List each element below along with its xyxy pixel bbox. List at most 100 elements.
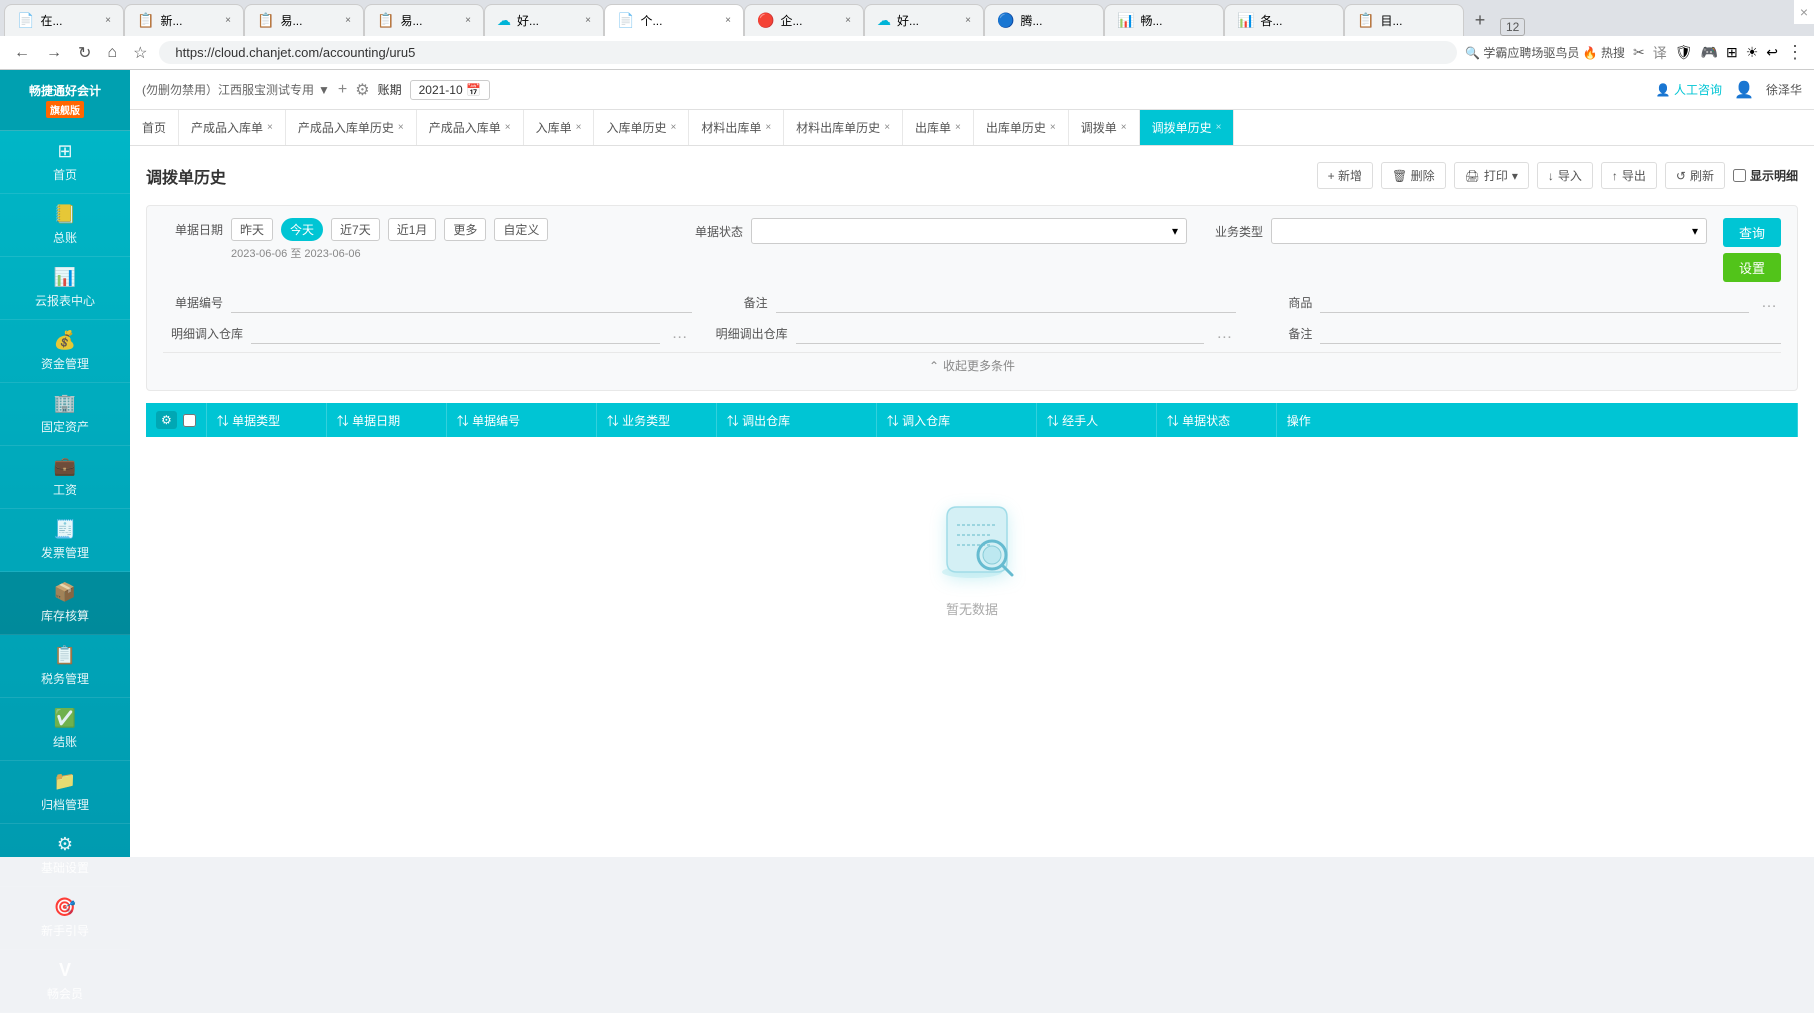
app-tab-2[interactable]: 产成品入库单历史 × [286, 110, 417, 146]
browser-tab-7[interactable]: 🔴 企... × [744, 4, 864, 36]
sidebar-item-invoice[interactable]: 🧾 发票管理 [0, 509, 130, 572]
app-tab-7[interactable]: 材料出库单历史 × [784, 110, 903, 146]
delete-button[interactable]: 🗑 删除 [1381, 162, 1446, 189]
browser-tab-5[interactable]: ☁ 好... × [484, 4, 604, 36]
biz-type-select[interactable]: ▾ [1271, 218, 1707, 244]
tab-close-5[interactable]: × [585, 15, 591, 26]
app-tab-5[interactable]: 入库单历史 × [594, 110, 689, 146]
date-btn-today[interactable]: 今天 [281, 218, 323, 241]
sidebar-item-funds[interactable]: 💰 资金管理 [0, 320, 130, 383]
new-tab-button[interactable]: + [1464, 4, 1496, 36]
filter-settings-button[interactable]: 设置 [1723, 253, 1781, 282]
browser-tab-active[interactable]: 📄 个... × [604, 4, 744, 36]
browser-tab-1[interactable]: 📄 在... × [4, 4, 124, 36]
app-tab-9-close[interactable]: × [1050, 122, 1056, 133]
remark-input[interactable] [776, 292, 1237, 313]
app-tab-11-close[interactable]: × [1216, 122, 1222, 133]
col-header-status[interactable]: ⇅ 单据状态 [1156, 403, 1276, 437]
date-btn-more[interactable]: 更多 [444, 218, 486, 241]
show-fields-checkbox[interactable] [1733, 169, 1746, 182]
col-header-biz-type[interactable]: ⇅ 业务类型 [596, 403, 716, 437]
app-tab-home[interactable]: 首页 [130, 110, 179, 146]
browser-tab-4[interactable]: 📋 易... × [364, 4, 484, 36]
reload-button[interactable]: ↻ [74, 41, 95, 65]
out-warehouse-more-icon[interactable]: … [1212, 325, 1236, 343]
import-button[interactable]: ↓ 导入 [1537, 162, 1593, 189]
sidebar-item-close[interactable]: ✅ 结账 [0, 698, 130, 761]
out-warehouse-input[interactable] [796, 323, 1205, 344]
app-tab-4[interactable]: 入库单 × [524, 110, 595, 146]
browser-tab-10[interactable]: 📊 畅... [1104, 4, 1224, 36]
browser-tab-11[interactable]: 📊 各... [1224, 4, 1344, 36]
col-header-doc-date[interactable]: ⇅ 单据日期 [326, 403, 446, 437]
new-button[interactable]: + 新增 [1317, 162, 1373, 189]
select-all-checkbox[interactable] [183, 414, 196, 427]
col-header-doc-type[interactable]: ⇅ 单据类型 [206, 403, 326, 437]
col-header-out-warehouse[interactable]: ⇅ 调出仓库 [716, 403, 876, 437]
goods-input[interactable] [1320, 292, 1749, 313]
tab-close-4[interactable]: × [465, 15, 471, 26]
back-button[interactable]: ← [10, 42, 34, 64]
tab-close-1[interactable]: × [105, 15, 111, 26]
forward-button[interactable]: → [42, 42, 66, 64]
app-tab-4-close[interactable]: × [576, 122, 582, 133]
app-tab-6[interactable]: 材料出库单 × [689, 110, 784, 146]
sidebar-item-reports[interactable]: 📊 云报表中心 [0, 257, 130, 320]
browser-tab-3[interactable]: 📋 易... × [244, 4, 364, 36]
app-tab-8[interactable]: 出库单 × [903, 110, 974, 146]
col-header-handler[interactable]: ⇅ 经手人 [1036, 403, 1156, 437]
app-tab-8-close[interactable]: × [955, 122, 961, 133]
add-company-icon[interactable]: + [338, 81, 347, 99]
app-tab-3-close[interactable]: × [505, 122, 511, 133]
in-warehouse-input[interactable] [251, 323, 660, 344]
app-tab-1[interactable]: 产成品入库单 × [179, 110, 286, 146]
export-button[interactable]: ↑ 导出 [1601, 162, 1657, 189]
sidebar-item-assets[interactable]: 🏢 固定资产 [0, 383, 130, 446]
table-gear-icon[interactable]: ⚙ [156, 411, 177, 429]
refresh-button[interactable]: ↺ 刷新 [1665, 162, 1725, 189]
sidebar-item-inventory[interactable]: 📦 库存核算 [0, 572, 130, 635]
app-tab-3[interactable]: 产成品入库单 × [417, 110, 524, 146]
in-warehouse-more-icon[interactable]: … [668, 325, 692, 343]
date-btn-custom[interactable]: 自定义 [494, 218, 548, 241]
browser-tab-9[interactable]: 🔵 腾... [984, 4, 1104, 36]
browser-tab-12[interactable]: 📋 目... [1344, 4, 1464, 36]
tab-close-8[interactable]: × [965, 15, 971, 26]
doc-num-input[interactable] [231, 292, 692, 313]
settings-gear-icon[interactable]: ⚙ [355, 80, 369, 100]
address-input[interactable] [159, 41, 1457, 64]
app-tab-10-close[interactable]: × [1121, 122, 1127, 133]
sidebar-item-archive[interactable]: 📁 归档管理 [0, 761, 130, 824]
sidebar-item-member[interactable]: V 畅会员 [0, 950, 130, 1013]
app-tab-7-close[interactable]: × [884, 122, 890, 133]
bookmark-button[interactable]: ☆ [129, 41, 151, 65]
browser-tab-2[interactable]: 📋 新... × [124, 4, 244, 36]
tab-close-2[interactable]: × [225, 15, 231, 26]
status-select[interactable]: ▾ [751, 218, 1187, 244]
col-header-in-warehouse[interactable]: ⇅ 调入仓库 [876, 403, 1036, 437]
sidebar-item-settings[interactable]: ⚙ 基础设置 [0, 824, 130, 887]
date-btn-7days[interactable]: 近7天 [331, 218, 380, 241]
app-tab-5-close[interactable]: × [670, 122, 676, 133]
date-btn-1month[interactable]: 近1月 [388, 218, 437, 241]
sidebar-item-salary[interactable]: 💼 工资 [0, 446, 130, 509]
company-selector[interactable]: (勿删勿禁用）江西服宝测试专用 ▼ [142, 81, 330, 98]
sidebar-item-ledger[interactable]: 📒 总账 [0, 194, 130, 257]
sidebar-item-guide[interactable]: 🎯 新手引导 [0, 887, 130, 950]
period-value[interactable]: 2021-10 📅 [410, 80, 490, 100]
sidebar-item-tax[interactable]: 📋 税务管理 [0, 635, 130, 698]
col-header-doc-num[interactable]: ⇅ 单据编号 [446, 403, 596, 437]
app-tab-1-close[interactable]: × [267, 122, 273, 133]
app-tab-11[interactable]: 调拨单历史 × [1140, 110, 1235, 146]
service-link[interactable]: 👤 人工咨询 [1656, 81, 1722, 98]
tab-close-active[interactable]: × [725, 15, 731, 26]
show-fields-toggle[interactable]: 显示明细 [1733, 167, 1798, 184]
sidebar-item-home[interactable]: ⊞ 首页 [0, 131, 130, 194]
app-tab-9[interactable]: 出库单历史 × [974, 110, 1069, 146]
app-tab-10[interactable]: 调拨单 × [1069, 110, 1140, 146]
app-tab-2-close[interactable]: × [398, 122, 404, 133]
goods-more-icon[interactable]: … [1757, 294, 1781, 312]
print-button[interactable]: 🖨 打印 ▾ [1454, 162, 1529, 189]
home-button[interactable]: ⌂ [103, 42, 121, 64]
date-btn-yesterday[interactable]: 昨天 [231, 218, 273, 241]
